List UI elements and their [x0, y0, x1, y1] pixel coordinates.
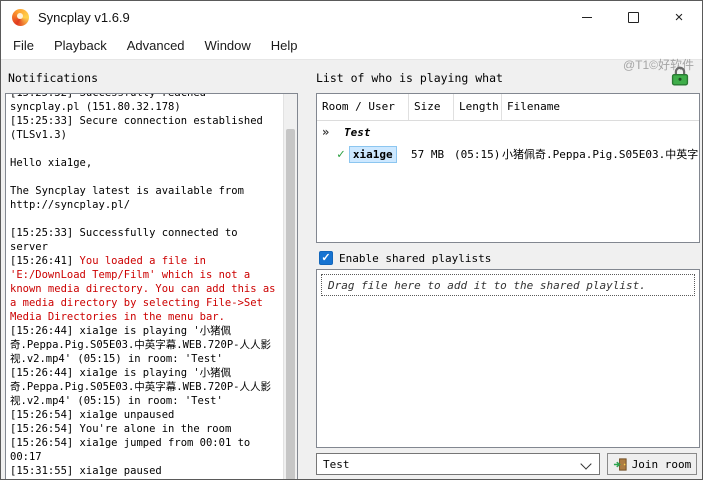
- col-header-length[interactable]: Length: [454, 94, 502, 120]
- notifications-label: Notifications: [8, 71, 99, 85]
- user-row[interactable]: ✓ xia1ge 57 MB (05:15) 小猪佩奇.Peppa.Pig.S0…: [317, 143, 699, 165]
- minimize-button[interactable]: [564, 1, 610, 33]
- col-header-room-user[interactable]: Room / User: [317, 94, 409, 120]
- roster-label: List of who is playing what: [316, 71, 503, 85]
- room-select[interactable]: Test: [316, 453, 600, 475]
- menu-item-playback[interactable]: Playback: [44, 33, 117, 59]
- room-select-value: Test: [323, 457, 350, 471]
- enable-playlists-label: Enable shared playlists: [339, 251, 492, 265]
- log-entry: [10, 170, 281, 184]
- notifications-log: [15:25:32] Successfully reached syncplay…: [10, 93, 281, 478]
- log-scrollbar[interactable]: [283, 94, 297, 479]
- user-name: xia1ge: [348, 145, 397, 163]
- maximize-button[interactable]: [610, 1, 656, 33]
- menu-item-help[interactable]: Help: [261, 33, 308, 59]
- roster-table-header: Room / User Size Length Filename: [317, 94, 699, 121]
- playlist-drop-hint: Drag file here to add it to the shared p…: [321, 274, 695, 296]
- enable-playlists-checkbox[interactable]: ✓: [319, 251, 333, 265]
- log-entry: [15:26:54] xia1ge jumped from 00:01 to 0…: [10, 437, 251, 463]
- log-entry: Hello xia1ge,: [10, 157, 93, 169]
- log-entry: [15:26:54] xia1ge unpaused: [10, 409, 175, 421]
- notifications-panel[interactable]: [15:25:32] Successfully reached syncplay…: [5, 93, 298, 479]
- join-room-button[interactable]: Join room: [607, 453, 697, 475]
- log-entry: [15:31:55] xia1ge paused: [10, 465, 162, 477]
- enable-shared-playlists-row: ✓ Enable shared playlists: [319, 251, 491, 265]
- log-entry: [15:26:44] xia1ge is playing '小猪佩奇.Peppa…: [10, 325, 272, 365]
- expander-icon[interactable]: »: [322, 125, 338, 139]
- log-entry: [15:26:41] You loaded a file in 'E:/Down…: [10, 255, 276, 323]
- user-size: 57 MB: [411, 147, 445, 161]
- log-entry: [15:25:33] Secure connection established…: [10, 115, 263, 141]
- log-entry: [15:25:32] Successfully reached syncplay…: [10, 93, 206, 113]
- menu-item-file[interactable]: File: [3, 33, 44, 59]
- log-entry: [15:25:33] Successfully connected to ser…: [10, 227, 238, 253]
- room-row[interactable]: » Test: [317, 121, 699, 143]
- log-entry: The Syncplay latest is available from ht…: [10, 185, 244, 211]
- window-controls: ×: [564, 1, 702, 33]
- shared-playlist-area[interactable]: Drag file here to add it to the shared p…: [316, 269, 700, 448]
- maximize-icon: [627, 11, 639, 23]
- log-entry: [10, 212, 281, 226]
- titlebar: Syncplay v1.6.9 ×: [1, 1, 702, 33]
- log-entry: [10, 142, 281, 156]
- app-icon: [12, 8, 29, 26]
- col-header-size[interactable]: Size: [409, 94, 454, 120]
- log-scrollbar-thumb[interactable]: [286, 128, 295, 479]
- join-room-label: Join room: [631, 457, 692, 471]
- user-filename: 小猪佩奇.Peppa.Pig.S05E03.中英字: [502, 148, 699, 161]
- syncplay-window: Syncplay v1.6.9 × File Playback Advanced Wi…: [0, 0, 703, 480]
- window-title: Syncplay v1.6.9: [38, 9, 130, 25]
- check-icon: ✓: [337, 146, 345, 162]
- room-bar: Test Join room: [316, 453, 697, 475]
- menu-bar: File Playback Advanced Window Help: [1, 33, 702, 60]
- log-entry: [15:26:44] xia1ge is playing '小猪佩奇.Peppa…: [10, 367, 272, 407]
- close-icon: ×: [674, 8, 684, 26]
- room-name: Test: [344, 125, 371, 139]
- menu-item-advanced[interactable]: Advanced: [117, 33, 195, 59]
- room-lock-button[interactable]: [668, 64, 692, 88]
- col-header-filename[interactable]: Filename: [502, 94, 699, 120]
- menu-item-window[interactable]: Window: [195, 33, 261, 59]
- user-length: (05:15): [454, 147, 501, 161]
- roster-table: Room / User Size Length Filename » Test …: [316, 93, 700, 243]
- close-button[interactable]: ×: [656, 1, 702, 33]
- chevron-down-icon: [580, 458, 592, 470]
- checkbox-check-icon: ✓: [321, 251, 331, 264]
- lock-icon: [671, 66, 689, 86]
- door-icon: [613, 457, 627, 471]
- minimize-icon: [582, 16, 592, 18]
- log-entry: [15:26:54] You're alone in the room: [10, 423, 232, 435]
